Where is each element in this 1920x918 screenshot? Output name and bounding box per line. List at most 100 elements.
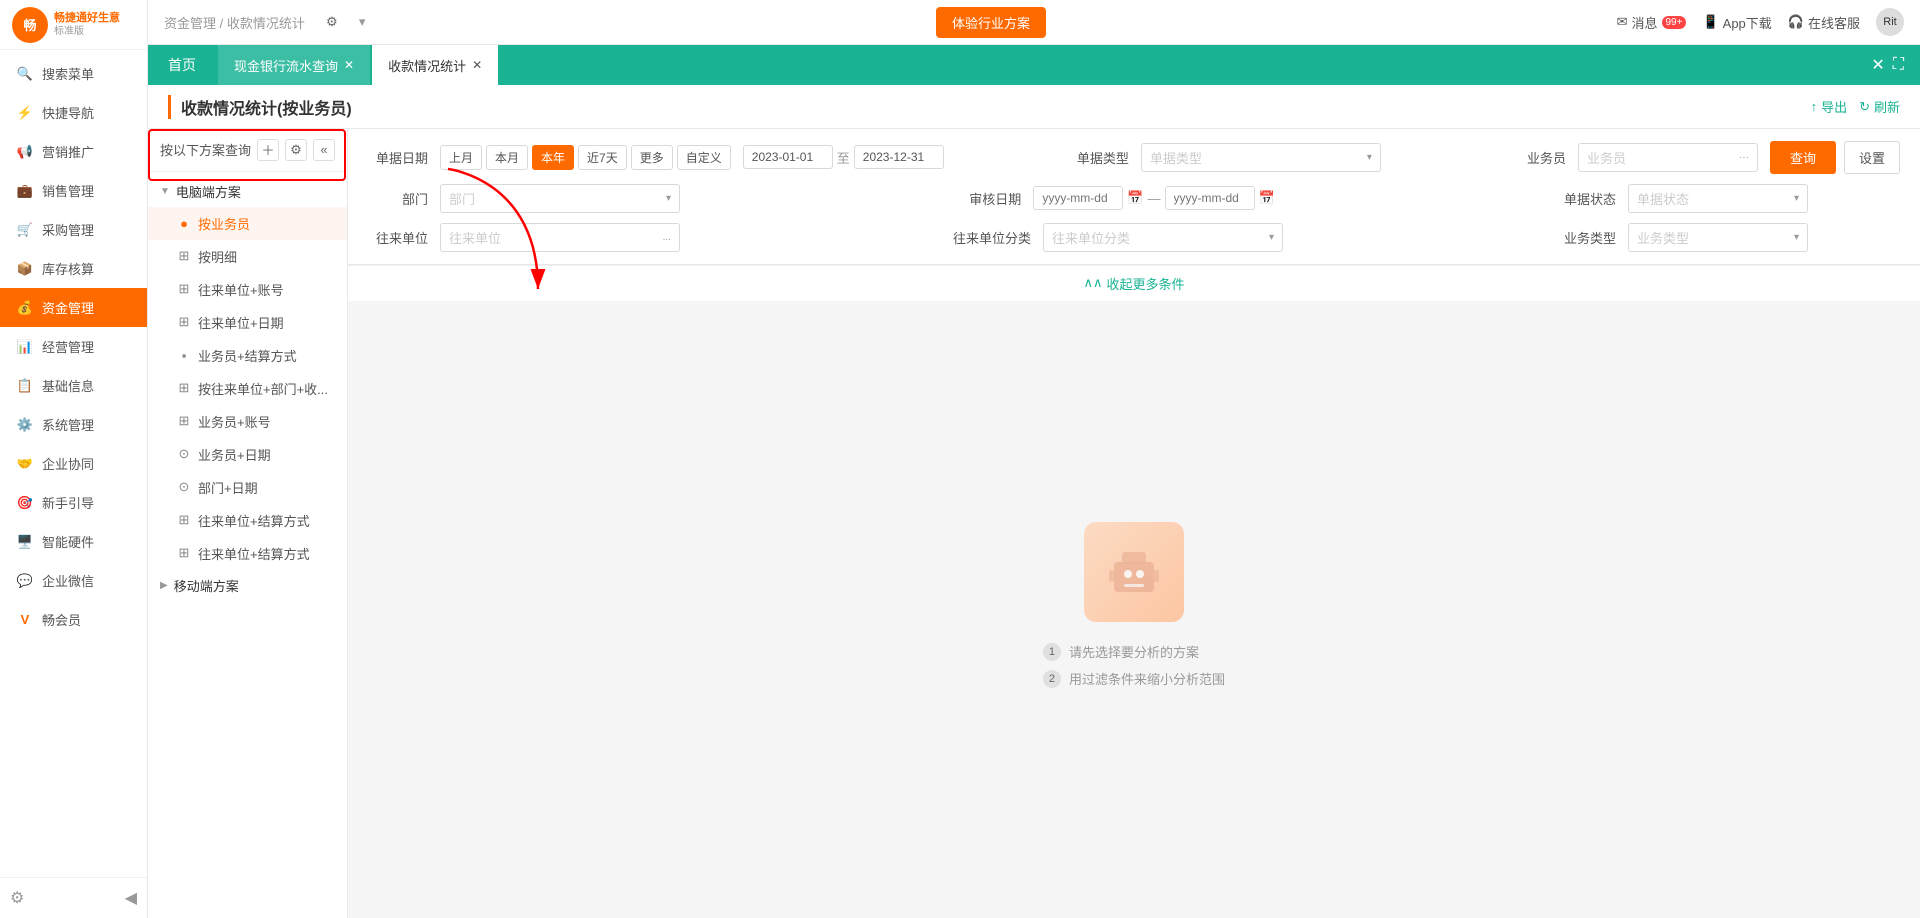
scheme-group-title-mobile[interactable]: ▶ 移动端方案	[148, 570, 347, 601]
tab-home[interactable]: 首页	[148, 45, 216, 85]
scheme-item-partner-date[interactable]: ⊞ 往来单位+日期	[148, 306, 347, 339]
service-icon: 🎧	[1788, 14, 1804, 30]
partner-category-select[interactable]: 往来单位分类 ▾	[1043, 223, 1283, 252]
search-nav-icon: 🔍	[16, 65, 34, 83]
sidebar-item-business[interactable]: 📊 经营管理	[0, 327, 147, 366]
date-dash: 至	[837, 148, 850, 167]
corp-icon: 🤝	[16, 455, 34, 473]
sidebar-item-sales[interactable]: 💼 销售管理	[0, 171, 147, 210]
review-date-dash: —	[1148, 191, 1161, 206]
messages-btn[interactable]: ✉ 消息 99+	[1617, 13, 1687, 32]
panel-collapse-btn[interactable]: «	[313, 139, 335, 161]
tab-close-receipt-stats[interactable]: ✕	[472, 58, 482, 72]
date-picker-group: 上月 本月 本年 近7天 更多 自定义	[440, 145, 731, 170]
app-download-btn[interactable]: 📱 App下载	[1702, 13, 1771, 32]
sidebar-item-inventory[interactable]: 📦 库存核算	[0, 249, 147, 288]
trial-btn[interactable]: 体验行业方案	[936, 7, 1046, 38]
sidebar-collapse-icon[interactable]: ◀	[125, 888, 137, 908]
scheme-item-partner-account[interactable]: ⊞ 往来单位+账号	[148, 273, 347, 306]
finance-icon: 💰	[16, 299, 34, 317]
sidebar-settings-icon[interactable]: ⚙	[10, 888, 24, 908]
partner-value: 往来单位	[449, 228, 501, 247]
partner-category-value: 往来单位分类	[1052, 228, 1130, 247]
sidebar-item-finance[interactable]: 💰 资金管理	[0, 288, 147, 327]
doc-status-select[interactable]: 单据状态 ▾	[1628, 184, 1808, 213]
sidebar-item-basic[interactable]: 📋 基础信息	[0, 366, 147, 405]
header-settings-icon[interactable]: ⚙	[317, 7, 347, 37]
date-label: 单据日期	[368, 148, 428, 167]
refresh-btn[interactable]: ↻ 刷新	[1859, 97, 1900, 116]
doc-status-value: 单据状态	[1637, 189, 1689, 208]
scheme-item-icon-pd: ⊞	[176, 314, 192, 330]
biz-type-value: 业务类型	[1637, 228, 1689, 247]
tab-receipt-stats[interactable]: 收款情况统计 ✕	[372, 45, 498, 85]
scheme-settings-btn[interactable]: ⚙	[285, 139, 307, 161]
online-service-btn[interactable]: 🎧 在线客服	[1788, 13, 1860, 32]
last7-btn[interactable]: 近7天	[578, 145, 627, 170]
more-date-btn[interactable]: 更多	[631, 145, 673, 170]
scheme-item-detail[interactable]: ⊞ 按明细	[148, 240, 347, 273]
doc-type-value: 单据类型	[1150, 148, 1202, 167]
doc-type-select[interactable]: 单据类型 ▾	[1141, 143, 1381, 172]
scheme-item-partner-dept-recv[interactable]: ⊞ 按往来单位+部门+收...	[148, 372, 347, 405]
hint-item-1: 1 请先选择要分析的方案	[1043, 642, 1225, 661]
avatar[interactable]: Rit	[1876, 8, 1904, 36]
scheme-item-salesperson-settle[interactable]: ▪ 业务员+结算方式	[148, 339, 347, 372]
review-date-label: 审核日期	[961, 189, 1021, 208]
scheme-item-salesperson-account[interactable]: ⊞ 业务员+账号	[148, 405, 347, 438]
tab-bank-flow[interactable]: 现金银行流水查询 ✕	[218, 45, 370, 85]
tab-close-bank-flow[interactable]: ✕	[344, 58, 354, 72]
this-year-btn[interactable]: 本年	[532, 145, 574, 170]
filter-row-1: 单据日期 上月 本月 本年 近7天 更多 自定义 至	[368, 141, 1900, 174]
sidebar-item-wechat[interactable]: 💬 企业微信	[0, 561, 147, 600]
business-icon: 📊	[16, 338, 34, 356]
dropdown-arrow-icon[interactable]: ▾	[359, 14, 366, 30]
review-date-range: 📅 — 📅	[1033, 186, 1274, 210]
tab-maximize-icon[interactable]: ⛶	[1893, 56, 1904, 74]
sidebar-item-quick-nav[interactable]: ⚡ 快捷导航	[0, 93, 147, 132]
dept-select[interactable]: 部门 ▾	[440, 184, 680, 213]
query-btn[interactable]: 查询	[1770, 141, 1836, 174]
scheme-item-dept-date[interactable]: ⊙ 部门+日期	[148, 471, 347, 504]
review-date-to-input[interactable]	[1165, 186, 1255, 210]
sidebar-item-search[interactable]: 🔍 搜索菜单	[0, 54, 147, 93]
this-month-btn[interactable]: 本月	[486, 145, 528, 170]
scheme-item-icon-ss: ▪	[176, 347, 192, 363]
sidebar-item-purchase[interactable]: 🛒 采购管理	[0, 210, 147, 249]
partner-more-icon[interactable]: ...	[663, 232, 671, 243]
sidebar-item-member[interactable]: V 畅会员	[0, 600, 147, 639]
salesperson-value: 业务员	[1587, 148, 1626, 167]
review-date-from-input[interactable]	[1033, 186, 1123, 210]
calendar-icon-to[interactable]: 📅	[1259, 190, 1275, 206]
main-content: 资金管理 / 收款情况统计 ⚙ ▾ 体验行业方案 ✉ 消息 99+ 📱 App下…	[148, 0, 1920, 918]
dept-arrow-icon: ▾	[666, 193, 671, 204]
settings-filter-btn[interactable]: 设置	[1844, 141, 1900, 174]
biz-type-select[interactable]: 业务类型 ▾	[1628, 223, 1808, 252]
messages-badge: 99+	[1662, 16, 1687, 29]
sidebar-item-marketing[interactable]: 📢 营销推广	[0, 132, 147, 171]
export-icon: ↑	[1811, 99, 1818, 114]
collapse-more-btn[interactable]: ∧∧ 收起更多条件	[348, 265, 1920, 301]
scheme-group-title-desktop[interactable]: ▼ 电脑端方案	[148, 176, 347, 207]
export-btn[interactable]: ↑ 导出	[1811, 97, 1848, 116]
salesperson-select[interactable]: 业务员 ···	[1578, 143, 1758, 172]
tab-close-all-icon[interactable]: ✕	[1871, 55, 1884, 75]
sidebar-item-system[interactable]: ⚙️ 系统管理	[0, 405, 147, 444]
scheme-item-partner-settle1[interactable]: ⊞ 往来单位+结算方式	[148, 504, 347, 537]
sidebar-item-guide[interactable]: 🎯 新手引导	[0, 483, 147, 522]
date-from-input[interactable]	[743, 145, 833, 169]
custom-date-btn[interactable]: 自定义	[677, 145, 731, 170]
partner-select[interactable]: 往来单位 ...	[440, 223, 680, 252]
scheme-item-partner-settle2[interactable]: ⊞ 往来单位+结算方式	[148, 537, 347, 570]
scheme-item-salesperson[interactable]: ● 按业务员	[148, 207, 347, 240]
sales-icon: 💼	[16, 182, 34, 200]
calendar-icon-from[interactable]: 📅	[1127, 190, 1143, 206]
hint-num-2: 2	[1043, 670, 1061, 688]
date-to-input[interactable]	[854, 145, 944, 169]
sidebar-logo: 畅 畅捷通好生意 标准版	[0, 0, 147, 50]
add-scheme-btn[interactable]: ＋	[257, 139, 279, 161]
last-month-btn[interactable]: 上月	[440, 145, 482, 170]
sidebar-item-corp[interactable]: 🤝 企业协同	[0, 444, 147, 483]
scheme-item-salesperson-date[interactable]: ⊙ 业务员+日期	[148, 438, 347, 471]
sidebar-item-hardware[interactable]: 🖥️ 智能硬件	[0, 522, 147, 561]
